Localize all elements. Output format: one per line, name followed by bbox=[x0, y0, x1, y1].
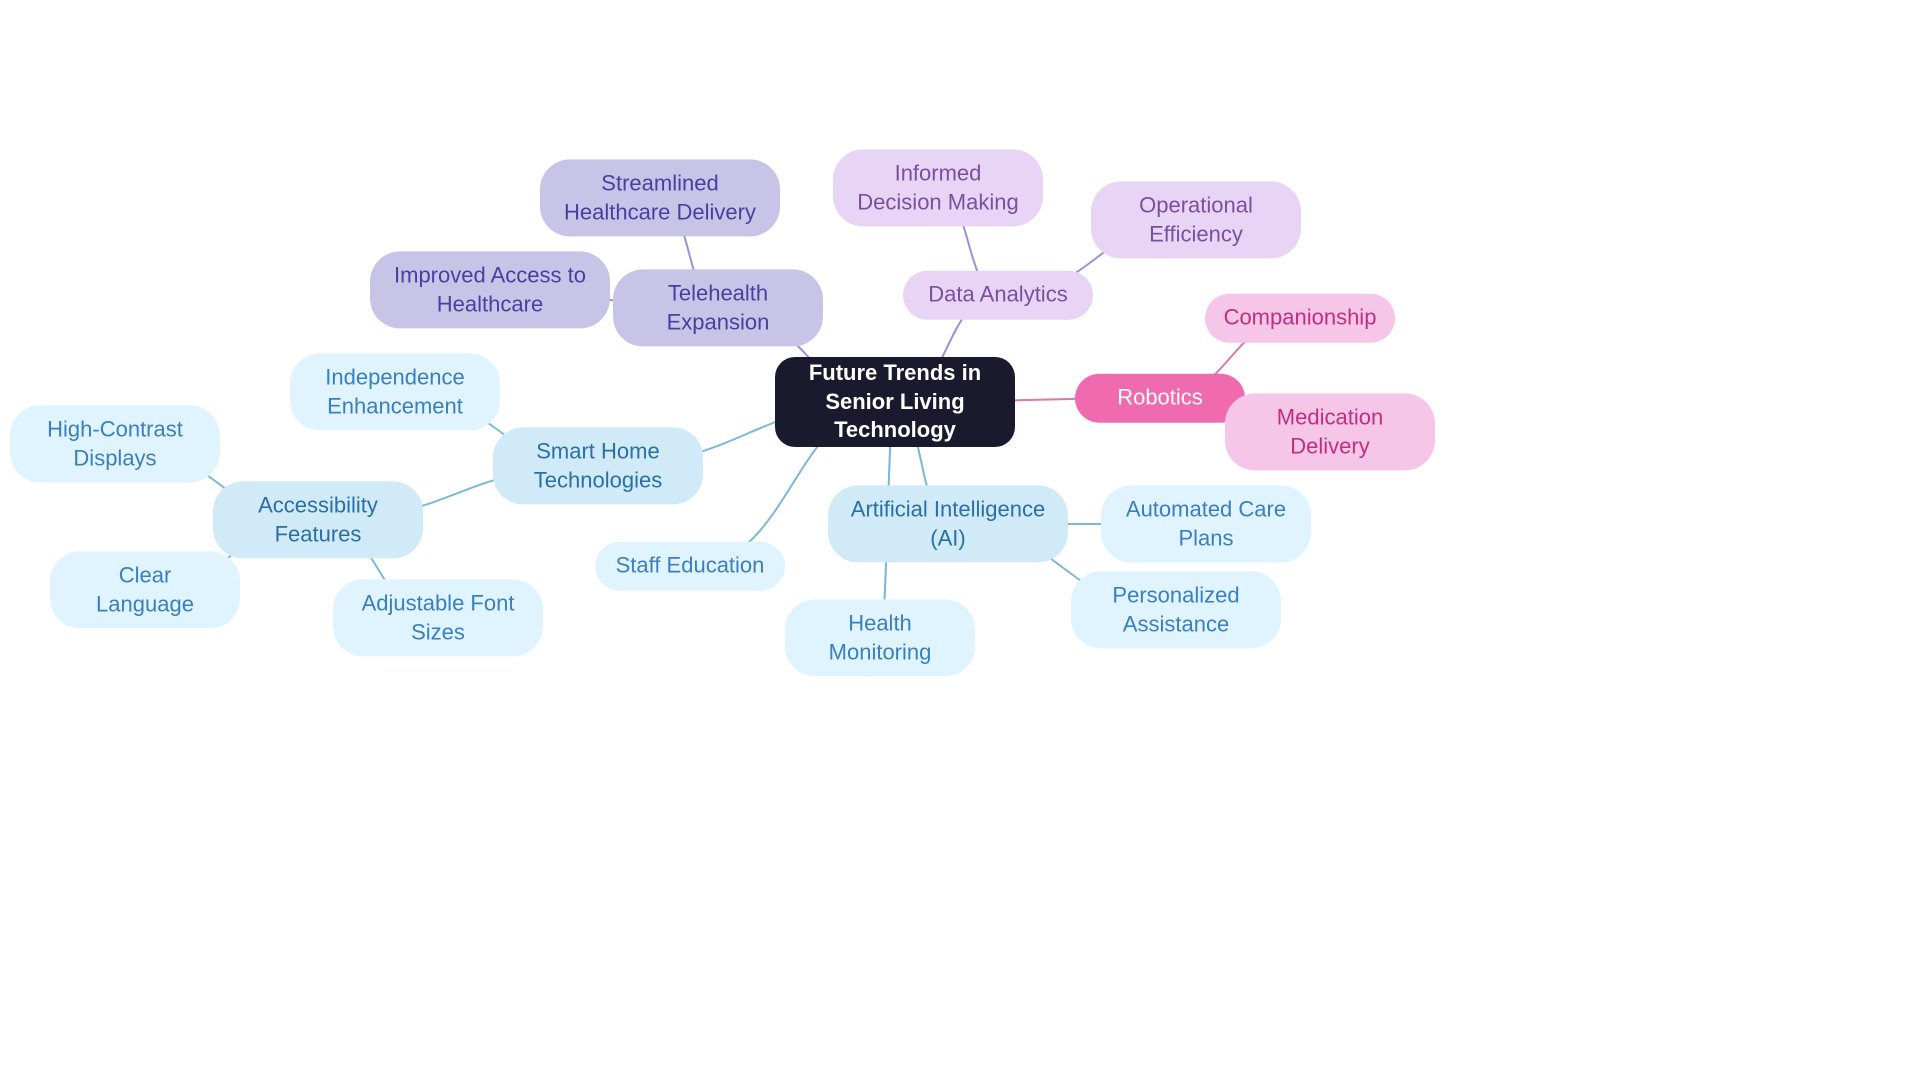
mindmap-node-personal-assist[interactable]: Personalized Assistance bbox=[1071, 571, 1281, 648]
mindmap-node-high-contrast[interactable]: High-Contrast Displays bbox=[10, 405, 220, 482]
mindmap-node-ai[interactable]: Artificial Intelligence (AI) bbox=[828, 485, 1068, 562]
mindmap-container: Future Trends in Senior Living Technolog… bbox=[0, 0, 1920, 1083]
mindmap-node-informed[interactable]: Informed Decision Making bbox=[833, 149, 1043, 226]
mindmap-node-medication[interactable]: Medication Delivery bbox=[1225, 393, 1435, 470]
mindmap-node-smart-home[interactable]: Smart Home Technologies bbox=[493, 427, 703, 504]
mindmap-node-data-analytics[interactable]: Data Analytics bbox=[903, 271, 1093, 320]
mindmap-node-staff-ed[interactable]: Staff Education bbox=[595, 542, 785, 591]
mindmap-node-independence[interactable]: Independence Enhancement bbox=[290, 353, 500, 430]
mindmap-node-improved[interactable]: Improved Access to Healthcare bbox=[370, 251, 610, 328]
mindmap-node-telehealth[interactable]: Telehealth Expansion bbox=[613, 269, 823, 346]
mindmap-node-auto-care[interactable]: Automated Care Plans bbox=[1101, 485, 1311, 562]
mindmap-node-companionship[interactable]: Companionship bbox=[1205, 294, 1395, 343]
mindmap-node-center[interactable]: Future Trends in Senior Living Technolog… bbox=[775, 357, 1015, 447]
mindmap-node-streamlined[interactable]: Streamlined Healthcare Delivery bbox=[540, 159, 780, 236]
mindmap-node-accessibility[interactable]: Accessibility Features bbox=[213, 481, 423, 558]
mindmap-node-clear-lang[interactable]: Clear Language bbox=[50, 551, 240, 628]
mindmap-node-operational[interactable]: Operational Efficiency bbox=[1091, 181, 1301, 258]
mindmap-node-robotics[interactable]: Robotics bbox=[1075, 374, 1245, 423]
mindmap-node-font-sizes[interactable]: Adjustable Font Sizes bbox=[333, 579, 543, 656]
mindmap-node-health-mon[interactable]: Health Monitoring bbox=[785, 599, 975, 676]
